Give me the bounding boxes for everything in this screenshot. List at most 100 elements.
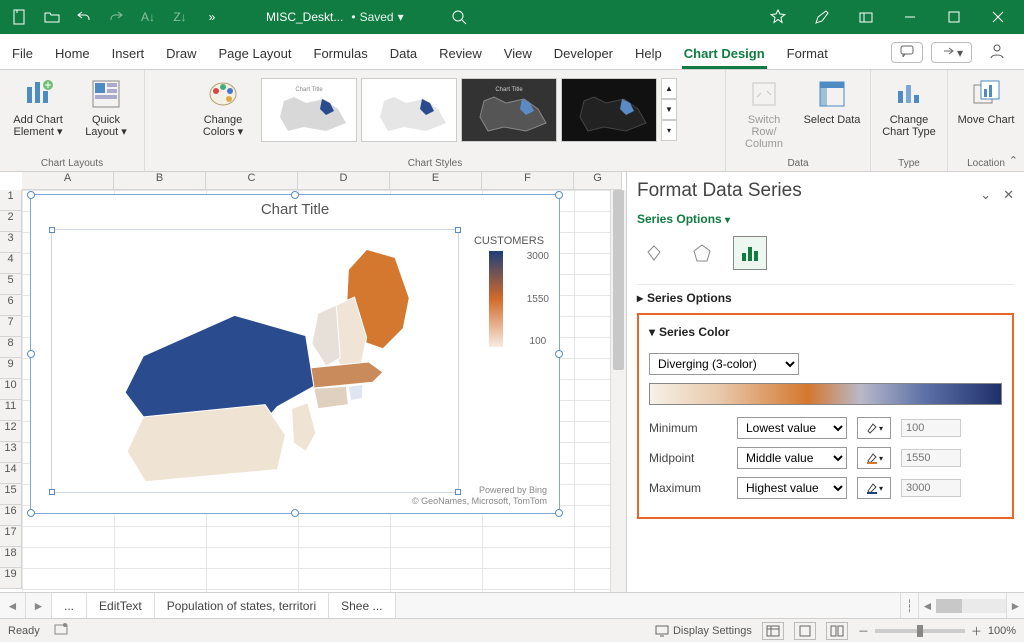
minimum-value-input[interactable] [901,419,961,437]
col-header[interactable]: A [22,172,114,190]
tab-page-layout[interactable]: Page Layout [217,38,294,69]
zoom-slider-thumb[interactable] [917,625,923,637]
add-chart-element-button[interactable]: Add Chart Element ▾ [8,74,68,138]
plot-handle[interactable] [49,489,55,495]
sheet-tab[interactable]: Population of states, territori [155,593,329,618]
row-header[interactable]: 4 [0,253,22,274]
window-mode-icon[interactable] [846,3,886,31]
display-settings-button[interactable]: Display Settings [655,625,752,637]
worksheet[interactable]: A B C D E F G 1 2 3 4 5 6 7 8 9 10 11 12… [0,172,626,592]
row-header[interactable]: 6 [0,295,22,316]
plot-area[interactable] [51,229,459,493]
col-header[interactable]: B [114,172,206,190]
qat-overflow-icon[interactable]: » [198,3,226,31]
row-header[interactable]: 17 [0,526,22,547]
scrollbar-thumb[interactable] [613,190,624,370]
tab-data[interactable]: Data [388,38,419,69]
plot-handle[interactable] [49,227,55,233]
sort-desc-icon[interactable]: Z↓ [166,3,194,31]
tab-nav-prev[interactable]: ◄ [0,593,26,618]
tab-chart-design[interactable]: Chart Design [682,38,767,69]
view-page-break-button[interactable] [826,622,848,640]
row-header[interactable]: 19 [0,568,22,589]
redo-icon[interactable] [102,3,130,31]
col-header[interactable]: G [574,172,622,190]
style-thumb-2[interactable] [361,78,457,142]
select-data-button[interactable]: Select Data [802,74,862,126]
save-status[interactable]: • Saved ▾ [351,10,403,24]
tab-file[interactable]: File [10,38,35,69]
change-colors-button[interactable]: Change Colors ▾ [193,74,253,138]
save-icon[interactable] [6,3,34,31]
premium-icon[interactable] [758,3,798,31]
row-header[interactable]: 14 [0,463,22,484]
zoom-in-button[interactable]: ＋ [971,623,982,639]
col-header[interactable]: D [298,172,390,190]
row-header[interactable]: 15 [0,484,22,505]
chart-object[interactable]: Chart Title [30,194,560,514]
section-series-color[interactable]: ▾Series Color [649,325,1002,345]
chart-legend[interactable]: CUSTOMERS 3000 1550 100 [469,235,549,351]
row-header[interactable]: 10 [0,379,22,400]
view-normal-button[interactable] [762,622,784,640]
row-header[interactable]: 16 [0,505,22,526]
account-icon[interactable] [980,40,1014,65]
tab-format[interactable]: Format [785,38,830,69]
zoom-level[interactable]: 100% [988,625,1016,637]
col-header[interactable]: E [390,172,482,190]
close-button[interactable] [978,3,1018,31]
tab-draw[interactable]: Draw [164,38,198,69]
row-header[interactable]: 11 [0,400,22,421]
row-header[interactable]: 9 [0,358,22,379]
zoom-out-button[interactable]: － [858,623,869,639]
maximum-color-button[interactable]: ▾ [857,477,891,499]
midpoint-select[interactable]: Middle value [737,447,847,469]
hscroll-left[interactable]: ◄ [918,593,936,618]
plot-handle[interactable] [455,227,461,233]
pane-subtitle[interactable]: Series Options ▾ [637,212,1014,226]
row-header[interactable]: 3 [0,232,22,253]
tab-help[interactable]: Help [633,38,664,69]
resize-handle[interactable] [27,350,35,358]
sheet-tab[interactable]: Shee ... [329,593,395,618]
col-header[interactable]: F [482,172,574,190]
minimum-select[interactable]: Lowest value [737,417,847,439]
resize-handle[interactable] [555,191,563,199]
row-header[interactable]: 8 [0,337,22,358]
tab-formulas[interactable]: Formulas [312,38,370,69]
fill-icon[interactable] [637,236,671,270]
midpoint-value-input[interactable] [901,449,961,467]
tab-nav-next[interactable]: ► [26,593,52,618]
row-header[interactable]: 13 [0,442,22,463]
tab-view[interactable]: View [502,38,534,69]
style-thumb-1[interactable]: Chart Title [261,78,357,142]
hscroll-thumb[interactable] [936,599,962,613]
pen-icon[interactable] [802,3,842,31]
tab-developer[interactable]: Developer [552,38,615,69]
resize-handle[interactable] [555,509,563,517]
sheet-tab[interactable]: EditText [87,593,155,618]
tab-review[interactable]: Review [437,38,484,69]
resize-handle[interactable] [291,191,299,199]
move-chart-button[interactable]: Move Chart [956,74,1016,126]
cell-grid[interactable]: Chart Title [22,190,626,592]
undo-icon[interactable] [70,3,98,31]
hscroll-right[interactable]: ► [1006,593,1024,618]
resize-handle[interactable] [555,350,563,358]
sort-asc-icon[interactable]: A↓ [134,3,162,31]
resize-handle[interactable] [291,509,299,517]
open-icon[interactable] [38,3,66,31]
series-icon[interactable] [733,236,767,270]
row-header[interactable]: 1 [0,190,22,211]
col-header[interactable]: C [206,172,298,190]
vertical-scrollbar[interactable] [610,190,626,592]
resize-handle[interactable] [27,509,35,517]
color-scheme-select[interactable]: Diverging (3-color) [649,353,799,375]
minimum-color-button[interactable]: ▾ [857,417,891,439]
collapse-ribbon-icon[interactable]: ⌃ [1009,154,1018,167]
change-chart-type-button[interactable]: Change Chart Type [879,74,939,138]
midpoint-color-button[interactable]: ▾ [857,447,891,469]
hscroll-divider[interactable]: ┆ [900,593,918,618]
sheet-tab[interactable]: ... [52,593,87,618]
comments-button[interactable] [891,42,923,63]
